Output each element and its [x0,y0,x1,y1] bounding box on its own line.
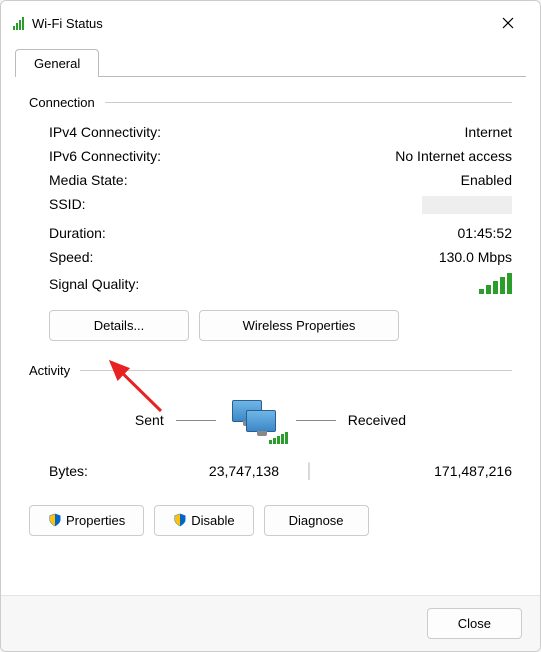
titlebar: Wi-Fi Status [1,1,540,45]
activity-diagram: Sent Received [29,388,512,456]
wifi-status-dialog: Wi-Fi Status General Connection IPv4 Con… [0,0,541,652]
bytes-row: Bytes: 23,747,138 | 171,487,216 [29,456,512,485]
bytes-label: Bytes: [49,463,149,479]
connection-group-header: Connection [29,95,512,110]
signal-bars-icon [479,273,512,294]
bytes-sent-value: 23,747,138 [149,463,279,479]
speed-label: Speed: [49,249,229,265]
dialog-footer: Close [1,595,540,651]
ipv4-label: IPv4 Connectivity: [49,124,229,140]
speed-value: 130.0 Mbps [229,249,512,265]
wifi-signal-icon [13,17,24,30]
sent-label: Sent [135,412,164,428]
dialog-content: Connection IPv4 Connectivity: Internet I… [1,77,540,548]
ipv6-label: IPv6 Connectivity: [49,148,229,164]
tab-general[interactable]: General [15,49,99,77]
activity-header-text: Activity [29,363,70,378]
ssid-value [229,196,512,217]
network-monitors-icon [228,398,284,442]
disable-button[interactable]: Disable [154,505,253,536]
connection-buttons: Details... Wireless Properties [29,298,512,349]
bytes-separator: | [279,460,339,481]
bytes-received-value: 171,487,216 [339,463,512,479]
connection-header-text: Connection [29,95,95,110]
speed-row: Speed: 130.0 Mbps [29,245,512,269]
duration-value: 01:45:52 [229,225,512,241]
signal-quality-row: Signal Quality: [29,269,512,298]
shield-icon [48,513,62,527]
activity-group-header: Activity [29,363,512,378]
diagnose-button[interactable]: Diagnose [264,505,369,536]
ssid-row: SSID: [29,192,512,221]
received-label: Received [348,412,406,428]
ipv4-value: Internet [229,124,512,140]
action-buttons: Properties Disable Diagnose [29,485,512,536]
properties-label: Properties [66,513,125,528]
window-title: Wi-Fi Status [32,16,103,31]
properties-button[interactable]: Properties [29,505,144,536]
ipv6-value: No Internet access [229,148,512,164]
wireless-properties-button[interactable]: Wireless Properties [199,310,399,341]
tab-strip: General [1,49,540,77]
details-button[interactable]: Details... [49,310,189,341]
duration-row: Duration: 01:45:52 [29,221,512,245]
media-state-value: Enabled [229,172,512,188]
signal-quality-label: Signal Quality: [49,276,229,292]
duration-label: Duration: [49,225,229,241]
ssid-label: SSID: [49,196,229,217]
media-state-label: Media State: [49,172,229,188]
ipv4-row: IPv4 Connectivity: Internet [29,120,512,144]
media-state-row: Media State: Enabled [29,168,512,192]
close-button[interactable]: Close [427,608,522,639]
close-icon[interactable] [488,9,528,37]
ipv6-row: IPv6 Connectivity: No Internet access [29,144,512,168]
disable-label: Disable [191,513,234,528]
shield-icon [173,513,187,527]
